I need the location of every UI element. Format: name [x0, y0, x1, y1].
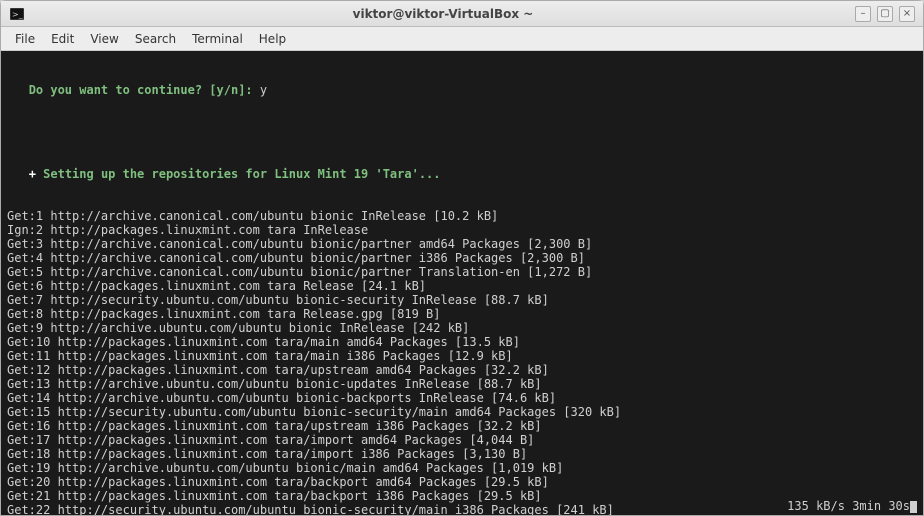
terminal-window: >_ viktor@viktor-VirtualBox ~ – ▢ × File… [0, 0, 924, 516]
svg-text:>_: >_ [12, 10, 24, 19]
output-line: Get:7 http://security.ubuntu.com/ubuntu … [7, 293, 917, 307]
output-line: Get:10 http://packages.linuxmint.com tar… [7, 335, 917, 349]
blank-line [7, 125, 917, 139]
menu-help[interactable]: Help [251, 30, 294, 48]
output-line: Get:9 http://archive.ubuntu.com/ubuntu b… [7, 321, 917, 335]
output-line: Get:19 http://archive.ubuntu.com/ubuntu … [7, 461, 917, 475]
close-button[interactable]: × [899, 6, 915, 22]
output-line: Get:14 http://archive.ubuntu.com/ubuntu … [7, 391, 917, 405]
terminal-viewport[interactable]: Do you want to continue? [y/n]: y + Sett… [1, 51, 923, 515]
menu-edit[interactable]: Edit [43, 30, 82, 48]
setup-line: + Setting up the repositories for Linux … [7, 167, 917, 181]
output-lines: Get:1 http://archive.canonical.com/ubunt… [7, 209, 917, 515]
output-line: Get:1 http://archive.canonical.com/ubunt… [7, 209, 917, 223]
menu-terminal[interactable]: Terminal [184, 30, 251, 48]
menu-file[interactable]: File [7, 30, 43, 48]
output-line: Get:8 http://packages.linuxmint.com tara… [7, 307, 917, 321]
output-line: Get:20 http://packages.linuxmint.com tar… [7, 475, 917, 489]
window-controls: – ▢ × [855, 6, 915, 22]
app-icon: >_ [9, 6, 25, 22]
cursor [910, 501, 917, 513]
output-line: Get:22 http://security.ubuntu.com/ubuntu… [7, 503, 917, 515]
output-line: Get:18 http://packages.linuxmint.com tar… [7, 447, 917, 461]
menu-view[interactable]: View [82, 30, 126, 48]
output-line: Get:11 http://packages.linuxmint.com tar… [7, 349, 917, 363]
output-line: Ign:2 http://packages.linuxmint.com tara… [7, 223, 917, 237]
titlebar[interactable]: >_ viktor@viktor-VirtualBox ~ – ▢ × [1, 1, 923, 27]
output-line: Get:12 http://packages.linuxmint.com tar… [7, 363, 917, 377]
minimize-button[interactable]: – [855, 6, 871, 22]
output-line: Get:16 http://packages.linuxmint.com tar… [7, 419, 917, 433]
output-line: Get:5 http://archive.canonical.com/ubunt… [7, 265, 917, 279]
output-line: Get:6 http://packages.linuxmint.com tara… [7, 279, 917, 293]
output-line: Get:3 http://archive.canonical.com/ubunt… [7, 237, 917, 251]
output-line: Get:4 http://archive.canonical.com/ubunt… [7, 251, 917, 265]
output-line: Get:13 http://archive.ubuntu.com/ubuntu … [7, 377, 917, 391]
status-right: 135 kB/s 3min 30s [787, 499, 917, 513]
output-line: Get:15 http://security.ubuntu.com/ubuntu… [7, 405, 917, 419]
window-title: viktor@viktor-VirtualBox ~ [31, 7, 855, 21]
output-line: Get:21 http://packages.linuxmint.com tar… [7, 489, 917, 503]
menubar: File Edit View Search Terminal Help [1, 27, 923, 51]
menu-search[interactable]: Search [127, 30, 184, 48]
maximize-button[interactable]: ▢ [877, 6, 893, 22]
output-line: Get:17 http://packages.linuxmint.com tar… [7, 433, 917, 447]
prompt-line: Do you want to continue? [y/n]: y [7, 83, 917, 97]
